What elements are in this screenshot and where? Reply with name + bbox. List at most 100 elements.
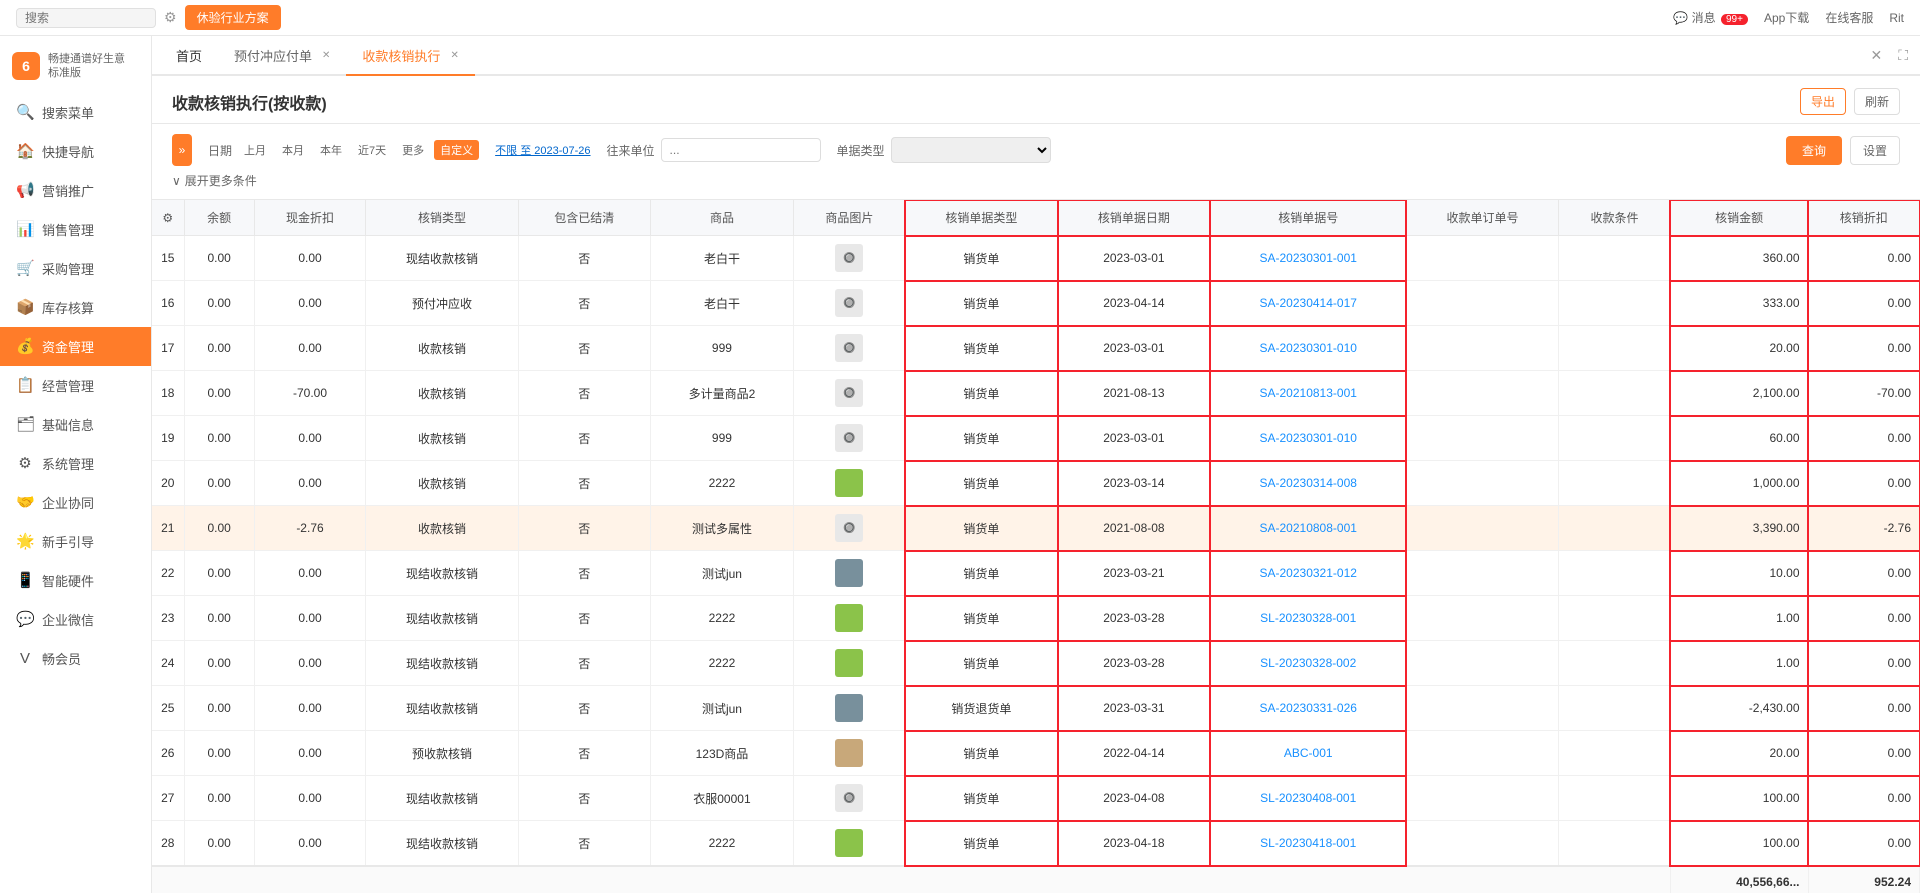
cell-writeoff-number[interactable]: SL-20230328-001 <box>1210 596 1406 641</box>
cell-balance: 0.00 <box>184 641 254 686</box>
sidebar-item-wechat[interactable]: 💬 企业微信 <box>0 600 151 639</box>
writeoff-number-link[interactable]: SA-20210813-001 <box>1260 386 1357 400</box>
writeoff-number-link[interactable]: SA-20230414-017 <box>1260 296 1357 310</box>
cell-writeoff-number[interactable]: SA-20230414-017 <box>1210 281 1406 326</box>
hardware-icon: 📱 <box>16 571 34 589</box>
sidebar-item-hardware[interactable]: 📱 智能硬件 <box>0 561 151 600</box>
query-button[interactable]: 查询 <box>1786 136 1842 165</box>
sidebar-label-purchase: 采购管理 <box>42 259 94 278</box>
th-receipt-condition: 收款条件 <box>1559 200 1670 236</box>
cell-writeoff-number[interactable]: SA-20230301-010 <box>1210 416 1406 461</box>
sidebar-label-collab: 企业协同 <box>42 493 94 512</box>
tab-prepay-close[interactable]: ✕ <box>322 50 330 61</box>
table-row[interactable]: 21 0.00 -2.76 收款核销 否 测试多属性 🔘 销货单 2021-08… <box>152 506 1920 551</box>
th-settings[interactable]: ⚙ <box>152 200 184 236</box>
settings-button[interactable]: 设置 <box>1850 136 1900 165</box>
sidebar-item-marketing[interactable]: 📢 营销推广 <box>0 171 151 210</box>
table-row[interactable]: 16 0.00 0.00 预付冲应收 否 老白干 🔘 销货单 2023-04-1… <box>152 281 1920 326</box>
table-row[interactable]: 15 0.00 0.00 现结收款核销 否 老白干 🔘 销货单 2023-03-… <box>152 236 1920 281</box>
cell-writeoff-number[interactable]: SL-20230408-001 <box>1210 776 1406 821</box>
tab-prepay[interactable]: 预付冲应付单 ✕ <box>218 36 346 76</box>
top-bar: ⚙ 休验行业方案 💬 消息 99+ App下载 在线客服 Rit <box>0 0 1920 36</box>
cell-writeoff-number[interactable]: SA-20230301-010 <box>1210 326 1406 371</box>
tab-close-icon[interactable]: ✕ <box>1866 45 1886 66</box>
sidebar-item-inventory[interactable]: 📦 库存核算 <box>0 288 151 327</box>
cell-writeoff-number[interactable]: SL-20230418-001 <box>1210 821 1406 867</box>
refresh-button[interactable]: 刷新 <box>1854 88 1900 115</box>
sidebar-item-finance[interactable]: 💰 资金管理 <box>0 327 151 366</box>
writeoff-number-link[interactable]: SL-20230418-001 <box>1260 836 1356 850</box>
sidebar-item-search[interactable]: 🔍 搜索菜单 <box>0 93 151 132</box>
table-row[interactable]: 24 0.00 0.00 现结收款核销 否 2222 销货单 2023-03-2… <box>152 641 1920 686</box>
cell-seq: 15 <box>152 236 184 281</box>
sidebar-item-member[interactable]: V 畅会员 <box>0 639 151 678</box>
writeoff-number-link[interactable]: SA-20230314-008 <box>1260 476 1357 490</box>
table-row[interactable]: 27 0.00 0.00 现结收款核销 否 衣服00001 🔘 销货单 2023… <box>152 776 1920 821</box>
writeoff-number-link[interactable]: ABC-001 <box>1284 746 1333 760</box>
cell-writeoff-number[interactable]: ABC-001 <box>1210 731 1406 776</box>
writeoff-number-link[interactable]: SA-20230301-010 <box>1260 341 1357 355</box>
date-btn-more[interactable]: 更多 <box>396 140 430 160</box>
table-row[interactable]: 18 0.00 -70.00 收款核销 否 多计量商品2 🔘 销货单 2021-… <box>152 371 1920 416</box>
app-download-link[interactable]: App下载 <box>1764 9 1809 26</box>
sidebar-item-sales[interactable]: 📊 销售管理 <box>0 210 151 249</box>
table-row[interactable]: 28 0.00 0.00 现结收款核销 否 2222 销货单 2023-04-1… <box>152 821 1920 867</box>
cell-writeoff-number[interactable]: SA-20230321-012 <box>1210 551 1406 596</box>
cell-writeoff-number[interactable]: SA-20230331-026 <box>1210 686 1406 731</box>
export-button[interactable]: 导出 <box>1800 88 1846 115</box>
search-input[interactable] <box>16 8 156 28</box>
date-btn-prev-month[interactable]: 上月 <box>238 140 272 160</box>
sidebar-item-purchase[interactable]: 🛒 采购管理 <box>0 249 151 288</box>
writeoff-number-link[interactable]: SA-20230301-010 <box>1260 431 1357 445</box>
table-row[interactable]: 19 0.00 0.00 收款核销 否 999 🔘 销货单 2023-03-01… <box>152 416 1920 461</box>
tab-collection-close[interactable]: ✕ <box>450 50 458 61</box>
writeoff-number-link[interactable]: SL-20230328-002 <box>1260 656 1356 670</box>
writeoff-number-link[interactable]: SL-20230328-001 <box>1260 611 1356 625</box>
cell-writeoff-type: 现结收款核销 <box>366 776 519 821</box>
cell-writeoff-number[interactable]: SA-20230301-001 <box>1210 236 1406 281</box>
main-content: 首页 预付冲应付单 ✕ 收款核销执行 ✕ ✕ ⛶ 收款核销执行(按收款) 导出 <box>152 36 1920 893</box>
sidebar-item-collab[interactable]: 🤝 企业协同 <box>0 483 151 522</box>
table-row[interactable]: 23 0.00 0.00 现结收款核销 否 2222 销货单 2023-03-2… <box>152 596 1920 641</box>
date-range-link[interactable]: 不限 至 2023-07-26 <box>495 142 590 158</box>
table-row[interactable]: 20 0.00 0.00 收款核销 否 2222 销货单 2023-03-14 … <box>152 461 1920 506</box>
cell-writeoff-number[interactable]: SL-20230328-002 <box>1210 641 1406 686</box>
message-area[interactable]: 💬 消息 99+ <box>1673 9 1748 26</box>
cell-writeoff-number[interactable]: SA-20210813-001 <box>1210 371 1406 416</box>
sidebar-item-guide[interactable]: 🌟 新手引导 <box>0 522 151 561</box>
partner-input[interactable] <box>661 138 821 162</box>
tab-home[interactable]: 首页 <box>160 36 218 76</box>
inventory-icon: 📦 <box>16 298 34 316</box>
tab-expand-icon[interactable]: ⛶ <box>1894 45 1912 66</box>
table-row[interactable]: 26 0.00 0.00 预收款核销 否 123D商品 销货单 2022-04-… <box>152 731 1920 776</box>
date-btn-custom[interactable]: 自定义 <box>434 140 479 160</box>
cell-writeoff-amount: 360.00 <box>1670 236 1808 281</box>
table-row[interactable]: 22 0.00 0.00 现结收款核销 否 测试jun 销货单 2023-03-… <box>152 551 1920 596</box>
online-service-link[interactable]: 在线客服 <box>1825 9 1873 26</box>
scroll-area[interactable]: ⚙ 余额 现金折扣 核销类型 包含已结清 商品 商品图片 核销单据类型 核销单据… <box>152 200 1920 893</box>
voucher-type-select[interactable] <box>891 137 1051 163</box>
table-row[interactable]: 25 0.00 0.00 现结收款核销 否 测试jun 销货退货单 2023-0… <box>152 686 1920 731</box>
totals-spacer <box>152 866 1670 893</box>
expand-arrow-button[interactable]: » <box>172 134 192 166</box>
date-btn-7days[interactable]: 近7天 <box>352 140 392 160</box>
cell-writeoff-number[interactable]: SA-20230314-008 <box>1210 461 1406 506</box>
writeoff-number-link[interactable]: SA-20230321-012 <box>1260 566 1357 580</box>
writeoff-number-link[interactable]: SA-20230331-026 <box>1260 701 1357 715</box>
table-row[interactable]: 17 0.00 0.00 收款核销 否 999 🔘 销货单 2023-03-01… <box>152 326 1920 371</box>
cell-writeoff-number[interactable]: SA-20210808-001 <box>1210 506 1406 551</box>
cell-writeoff-date: 2023-03-31 <box>1058 686 1211 731</box>
writeoff-number-link[interactable]: SA-20230301-001 <box>1260 251 1357 265</box>
tab-collection[interactable]: 收款核销执行 ✕ <box>346 36 474 76</box>
sidebar-item-quicknav[interactable]: 🏠 快捷导航 <box>0 132 151 171</box>
writeoff-number-link[interactable]: SA-20210808-001 <box>1260 521 1357 535</box>
date-btn-this-month[interactable]: 本月 <box>276 140 310 160</box>
expand-more-conditions[interactable]: ∨ 展开更多条件 <box>172 172 1900 189</box>
sidebar-item-system[interactable]: ⚙ 系统管理 <box>0 444 151 483</box>
writeoff-number-link[interactable]: SL-20230408-001 <box>1260 791 1356 805</box>
gear-icon[interactable]: ⚙ <box>164 9 177 26</box>
sidebar-item-business[interactable]: 📋 经营管理 <box>0 366 151 405</box>
date-btn-this-year[interactable]: 本年 <box>314 140 348 160</box>
industry-solution-button[interactable]: 休验行业方案 <box>185 5 281 30</box>
sidebar-item-base[interactable]: 🗂 基础信息 <box>0 405 151 444</box>
